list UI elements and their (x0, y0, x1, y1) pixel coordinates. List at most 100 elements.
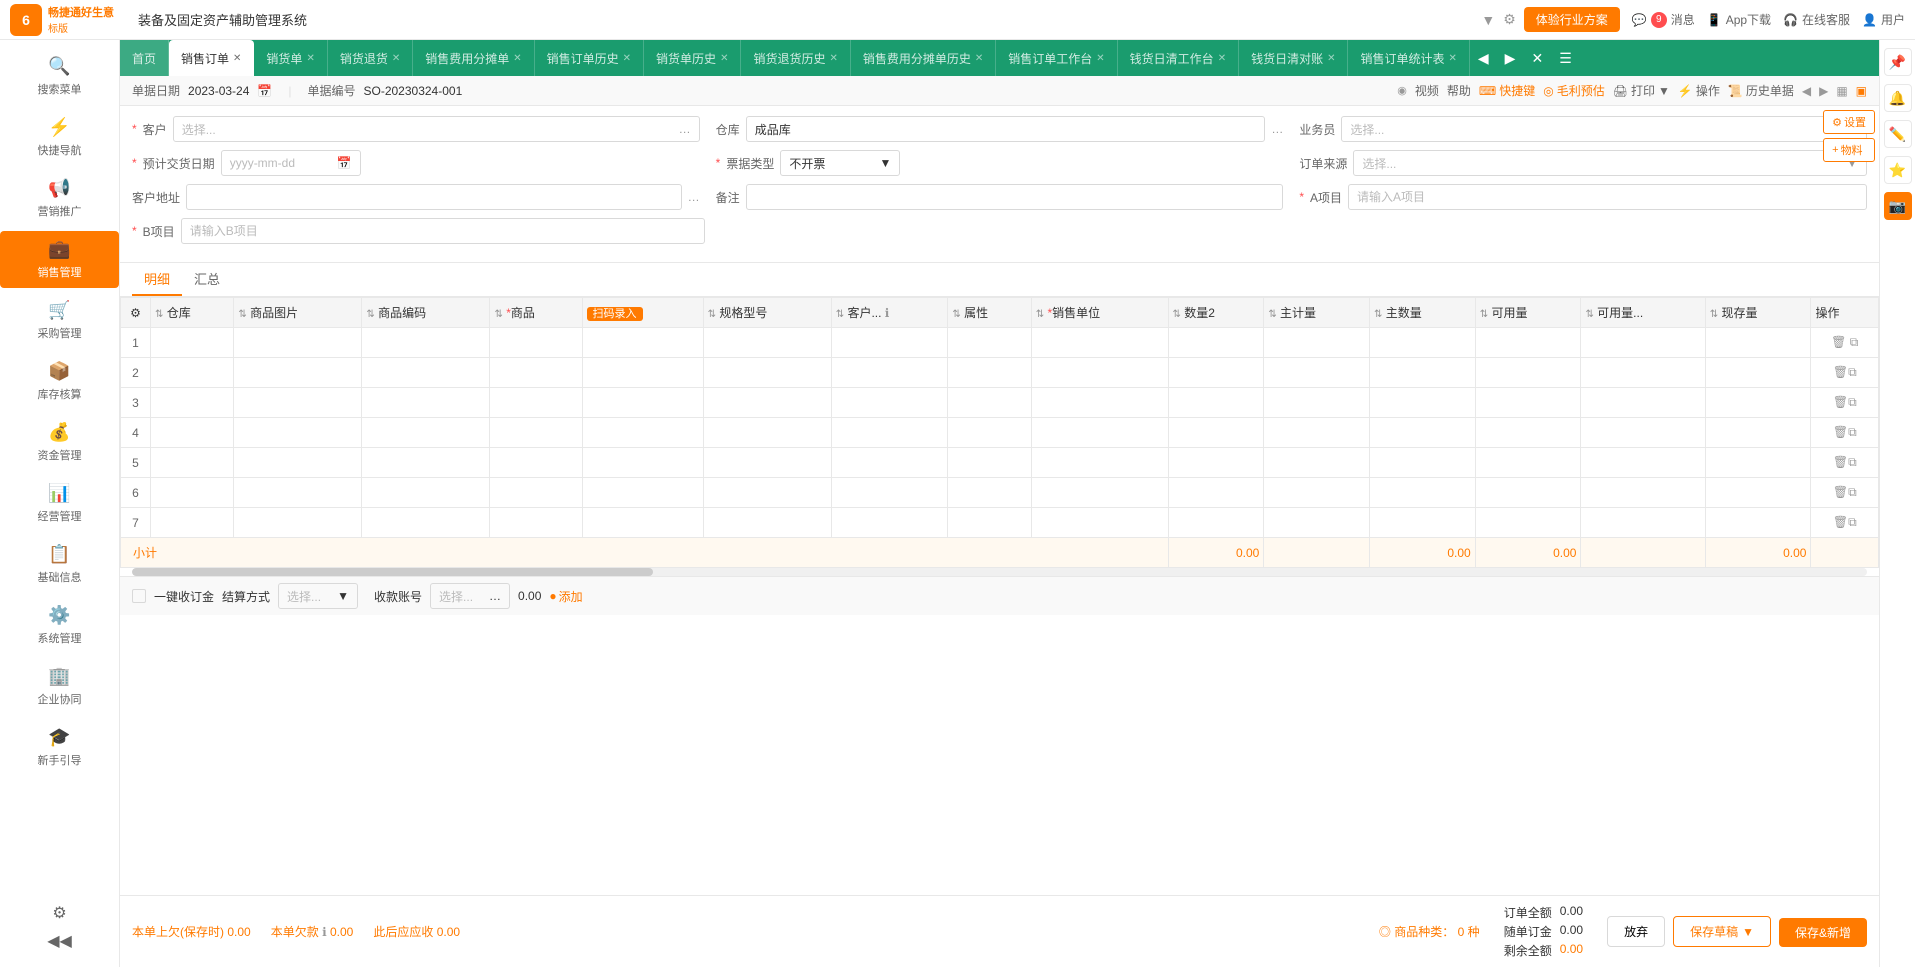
cell-name-7[interactable] (490, 508, 582, 538)
cell-unit-4[interactable] (1031, 418, 1168, 448)
cell-spec-5[interactable] (703, 448, 831, 478)
cell-code-4[interactable] (362, 418, 490, 448)
cell-name-5[interactable] (490, 448, 582, 478)
cell-munit-3[interactable] (1264, 388, 1370, 418)
cell-stock-5[interactable] (1705, 448, 1811, 478)
address-more-icon[interactable]: … (688, 190, 700, 204)
a-project-input[interactable]: 请输入A项目 (1348, 184, 1867, 210)
sidebar-item-enterprise[interactable]: 🏢 企业协同 (0, 658, 119, 715)
cell-avail-2[interactable] (1475, 358, 1581, 388)
cell-avail-1[interactable] (1475, 328, 1581, 358)
cell-warehouse-5[interactable] (151, 448, 234, 478)
toolbar-nav-prev[interactable]: ◀ (1802, 84, 1811, 98)
cell-scan-3[interactable] (582, 388, 703, 418)
right-panel-edit[interactable]: ✏️ (1884, 120, 1912, 148)
cell-code-2[interactable] (362, 358, 490, 388)
tab-cash-account[interactable]: 钱货日清对账 ✕ (1239, 40, 1348, 76)
cell-munit-5[interactable] (1264, 448, 1370, 478)
delivery-input[interactable]: yyyy-mm-dd 📅 (221, 150, 361, 176)
cell-unit-6[interactable] (1031, 478, 1168, 508)
shortcut-button[interactable]: ⌨ 快捷键 (1479, 82, 1535, 99)
cell-warehouse-1[interactable] (151, 328, 234, 358)
tab-next-button[interactable]: ▶ (1497, 40, 1524, 76)
cell-warehouse-7[interactable] (151, 508, 234, 538)
cell-image-5[interactable] (234, 448, 362, 478)
cell-qty2-1[interactable] (1168, 328, 1264, 358)
cell-attr-7[interactable] (948, 508, 1031, 538)
staff-input[interactable]: 选择... … (1341, 116, 1867, 142)
tab-home[interactable]: 首页 (120, 40, 169, 76)
cell-scan-7[interactable] (582, 508, 703, 538)
cell-mqty-7[interactable] (1370, 508, 1476, 538)
toolbar-grid-icon[interactable]: ▦ (1836, 84, 1847, 98)
cell-image-2[interactable] (234, 358, 362, 388)
cell-warehouse-3[interactable] (151, 388, 234, 418)
cell-qty2-4[interactable] (1168, 418, 1264, 448)
customer-more-icon[interactable]: … (679, 122, 691, 136)
cell-scan-1[interactable] (582, 328, 703, 358)
tab-sales-goods[interactable]: 销货单 ✕ (254, 40, 327, 76)
save-draft-button[interactable]: 保存草稿 ▼ (1673, 916, 1771, 947)
this-debit-info[interactable]: ℹ (322, 925, 327, 939)
cell-stock-7[interactable] (1705, 508, 1811, 538)
copy-icon-7[interactable]: ⧉ (1848, 515, 1857, 529)
add-payment-button[interactable]: ● 添加 (549, 588, 582, 605)
copy-icon-3[interactable]: ⧉ (1848, 395, 1857, 409)
sidebar-collapse-icon[interactable]: ◀◀ (47, 931, 72, 951)
tab-fee-history-close[interactable]: ✕ (975, 53, 983, 64)
cell-attr-3[interactable] (948, 388, 1031, 418)
cell-stock-6[interactable] (1705, 478, 1811, 508)
tab-sales-order-history[interactable]: 销售订单历史 ✕ (535, 40, 644, 76)
delete-icon-4[interactable]: 🗑 (1833, 425, 1848, 439)
cell-warehouse-6[interactable] (151, 478, 234, 508)
cell-avail-7[interactable] (1475, 508, 1581, 538)
invoice-select[interactable]: 不开票 ▼ (780, 150, 900, 176)
system-dropdown-icon[interactable]: ▼ (1481, 12, 1495, 28)
tab-sales-return-close[interactable]: ✕ (392, 53, 400, 64)
copy-icon-2[interactable]: ⧉ (1848, 365, 1857, 379)
cell-code-1[interactable] (362, 328, 490, 358)
cell-munit-6[interactable] (1264, 478, 1370, 508)
tab-cash-workbench[interactable]: 钱货日清工作台 ✕ (1118, 40, 1239, 76)
sidebar-item-sales[interactable]: 💼 销售管理 (0, 231, 119, 288)
cell-mqty-4[interactable] (1370, 418, 1476, 448)
cell-action-1[interactable]: 🗑 ⧉ (1811, 328, 1879, 358)
cell-ccode-7[interactable] (831, 508, 948, 538)
delete-icon-7[interactable]: 🗑 (1833, 515, 1848, 529)
solution-button[interactable]: 体验行业方案 (1524, 7, 1620, 32)
cell-action-7[interactable]: 🗑⧉ (1811, 508, 1879, 538)
save-new-button[interactable]: 保存&新增 (1779, 918, 1867, 947)
detail-tab-summary[interactable]: 汇总 (182, 263, 232, 296)
cell-avail-5[interactable] (1475, 448, 1581, 478)
tab-sales-order[interactable]: 销售订单 ✕ (169, 40, 254, 76)
cell-action-3[interactable]: 🗑⧉ (1811, 388, 1879, 418)
cell-stock-1[interactable] (1705, 328, 1811, 358)
cell-unit-5[interactable] (1031, 448, 1168, 478)
cell-name-6[interactable] (490, 478, 582, 508)
cell-qty2-2[interactable] (1168, 358, 1264, 388)
cell-ccode-2[interactable] (831, 358, 948, 388)
tab-cash-account-close[interactable]: ✕ (1327, 53, 1335, 64)
cell-ccode-1[interactable] (831, 328, 948, 358)
sidebar-item-purchase[interactable]: 🛒 采购管理 (0, 292, 119, 349)
address-input[interactable] (186, 184, 682, 210)
cell-image-7[interactable] (234, 508, 362, 538)
cell-attr-1[interactable] (948, 328, 1031, 358)
cell-avail2-2[interactable] (1581, 358, 1705, 388)
profit-button[interactable]: ◎ 毛利预估 (1543, 82, 1605, 99)
right-panel-bell[interactable]: 🔔 (1884, 84, 1912, 112)
remark-input[interactable] (746, 184, 1284, 210)
sidebar-item-guide[interactable]: 🎓 新手引导 (0, 719, 119, 776)
cell-mqty-5[interactable] (1370, 448, 1476, 478)
cell-warehouse-4[interactable] (151, 418, 234, 448)
copy-icon-6[interactable]: ⧉ (1848, 485, 1857, 499)
tab-sales-stats[interactable]: 销售订单统计表 ✕ (1348, 40, 1469, 76)
col-scan[interactable]: 扫码录入 (582, 298, 703, 328)
cell-stock-3[interactable] (1705, 388, 1811, 418)
cell-attr-6[interactable] (948, 478, 1031, 508)
table-scroll-bar[interactable] (132, 568, 1867, 576)
cell-attr-2[interactable] (948, 358, 1031, 388)
customer-input[interactable]: 选择... … (173, 116, 700, 142)
cell-image-6[interactable] (234, 478, 362, 508)
calendar-icon[interactable]: 📅 (257, 84, 272, 98)
